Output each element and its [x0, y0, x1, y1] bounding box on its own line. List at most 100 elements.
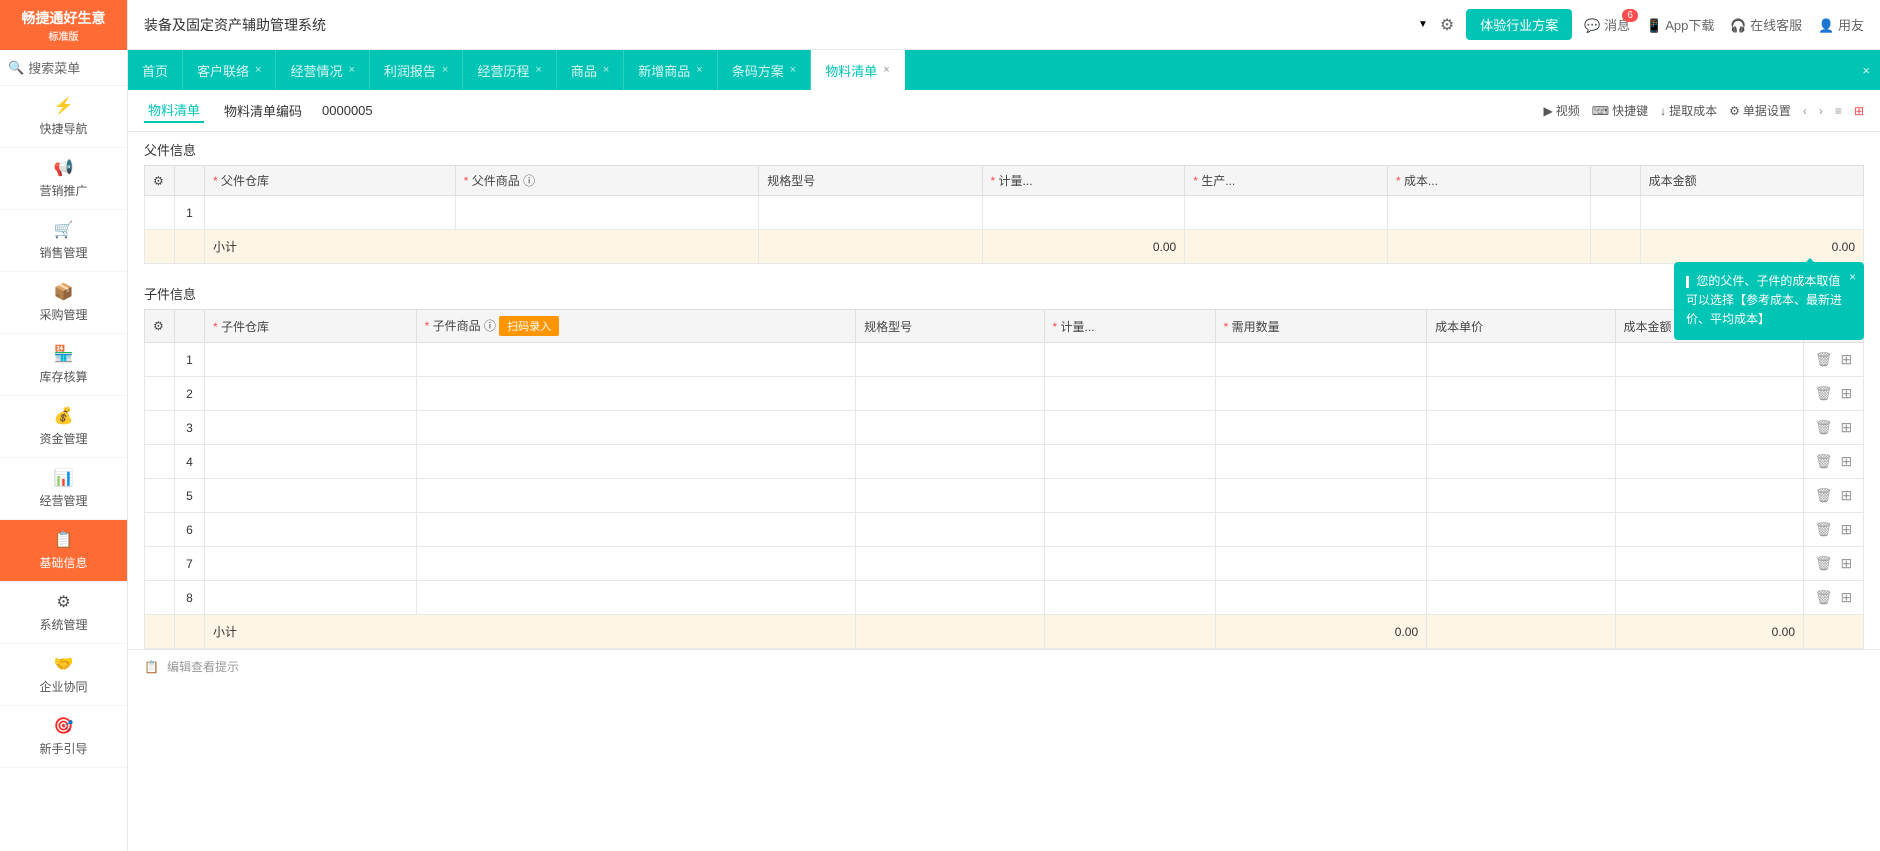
delete-icon-2[interactable]: 🗑 [1815, 385, 1833, 402]
sidebar-item-finance[interactable]: 💰资金管理 [0, 396, 127, 458]
tab-close-barcode[interactable]: × [790, 64, 796, 76]
child-warehouse-2[interactable] [205, 377, 417, 411]
child-unitcost-3[interactable] [1427, 411, 1615, 445]
copy-icon-3[interactable]: ⊞ [1841, 419, 1853, 436]
child-spec-4[interactable] [856, 445, 1044, 479]
online-service-btn[interactable]: 🎧 在线客服 [1730, 15, 1802, 34]
child-warehouse-1[interactable] [205, 343, 417, 377]
child-row-settings-8[interactable] [145, 581, 175, 615]
child-row-settings-3[interactable] [145, 411, 175, 445]
child-quantity-6[interactable] [1044, 513, 1215, 547]
nav-tab-profit[interactable]: 利润报告× [370, 50, 463, 90]
tooltip-close-btn[interactable]: × [1849, 268, 1856, 287]
delete-icon-6[interactable]: 🗑 [1815, 521, 1833, 538]
user-avatar[interactable]: 👤 用友 [1818, 15, 1864, 34]
child-spec-2[interactable] [856, 377, 1044, 411]
expand-icon[interactable]: ⊞ [1854, 104, 1864, 118]
delete-icon-8[interactable]: 🗑 [1815, 589, 1833, 606]
child-needed-2[interactable] [1215, 377, 1427, 411]
child-product-8[interactable] [416, 581, 856, 615]
extract-cost-btn[interactable]: ↓ 提取成本 [1660, 102, 1717, 119]
tab-close-customers[interactable]: × [255, 64, 261, 76]
child-needed-3[interactable] [1215, 411, 1427, 445]
nav-tab-barcode[interactable]: 条码方案× [718, 50, 811, 90]
sidebar-item-guide[interactable]: 🎯新手引导 [0, 706, 127, 768]
child-th-settings[interactable]: ⚙ [145, 310, 175, 343]
parent-warehouse-cell[interactable] [205, 196, 456, 230]
sidebar-item-enterprise[interactable]: 🤝企业协同 [0, 644, 127, 706]
delete-icon-3[interactable]: 🗑 [1815, 419, 1833, 436]
delete-icon-7[interactable]: 🗑 [1815, 555, 1833, 572]
child-unitcost-6[interactable] [1427, 513, 1615, 547]
experience-btn[interactable]: 体验行业方案 [1466, 9, 1572, 40]
child-quantity-8[interactable] [1044, 581, 1215, 615]
delete-icon-5[interactable]: 🗑 [1815, 487, 1833, 504]
delete-icon-4[interactable]: 🗑 [1815, 453, 1833, 470]
child-row-settings-1[interactable] [145, 343, 175, 377]
child-product-7[interactable] [416, 547, 856, 581]
child-product-4[interactable] [416, 445, 856, 479]
single-settings-btn[interactable]: ⚙ 单据设置 [1729, 102, 1791, 119]
child-spec-5[interactable] [856, 479, 1044, 513]
nav-tab-home[interactable]: 首页 [128, 50, 183, 90]
child-product-2[interactable] [416, 377, 856, 411]
child-needed-1[interactable] [1215, 343, 1427, 377]
copy-icon-8[interactable]: ⊞ [1841, 589, 1853, 606]
child-warehouse-6[interactable] [205, 513, 417, 547]
sidebar-item-basic-info[interactable]: 📋基础信息 [0, 520, 127, 582]
sidebar-item-quick-nav[interactable]: ⚡快捷导航 [0, 86, 127, 148]
tab-close-operations[interactable]: × [348, 64, 354, 76]
nav-tab-products[interactable]: 商品× [557, 50, 624, 90]
copy-icon-2[interactable]: ⊞ [1841, 385, 1853, 402]
message-btn[interactable]: 💬 6 消息 [1584, 15, 1630, 34]
child-warehouse-4[interactable] [205, 445, 417, 479]
child-warehouse-8[interactable] [205, 581, 417, 615]
system-dropdown-icon[interactable]: ▼ [1418, 19, 1428, 30]
video-btn[interactable]: ▶ 视频 [1544, 102, 1580, 119]
child-unitcost-4[interactable] [1427, 445, 1615, 479]
shortcut-btn[interactable]: ⌨ 快捷键 [1592, 102, 1648, 119]
sidebar-item-purchase[interactable]: 📦采购管理 [0, 272, 127, 334]
search-menu[interactable]: 🔍 搜索菜单 [0, 50, 127, 86]
parent-row-settings[interactable] [145, 196, 175, 230]
copy-icon-7[interactable]: ⊞ [1841, 555, 1853, 572]
child-product-5[interactable] [416, 479, 856, 513]
child-unitcost-8[interactable] [1427, 581, 1615, 615]
child-needed-8[interactable] [1215, 581, 1427, 615]
child-needed-4[interactable] [1215, 445, 1427, 479]
child-quantity-7[interactable] [1044, 547, 1215, 581]
parent-cost-cell[interactable] [1387, 196, 1590, 230]
sidebar-item-inventory[interactable]: 🏪库存核算 [0, 334, 127, 396]
child-spec-6[interactable] [856, 513, 1044, 547]
child-unitcost-1[interactable] [1427, 343, 1615, 377]
child-product-1[interactable] [416, 343, 856, 377]
tab-close-profit[interactable]: × [442, 64, 448, 76]
tab-close-new-product[interactable]: × [696, 64, 702, 76]
child-unitcost-7[interactable] [1427, 547, 1615, 581]
parent-production-cell[interactable] [1185, 196, 1388, 230]
child-row-settings-4[interactable] [145, 445, 175, 479]
child-spec-7[interactable] [856, 547, 1044, 581]
child-quantity-5[interactable] [1044, 479, 1215, 513]
child-warehouse-3[interactable] [205, 411, 417, 445]
child-spec-3[interactable] [856, 411, 1044, 445]
settings-icon[interactable]: ⚙ [1440, 15, 1454, 35]
copy-icon-1[interactable]: ⊞ [1841, 351, 1853, 368]
copy-icon-5[interactable]: ⊞ [1841, 487, 1853, 504]
nav-tab-bom[interactable]: 物料清单× [811, 50, 904, 90]
tab-close-history[interactable]: × [535, 64, 541, 76]
parent-quantity-cell[interactable] [982, 196, 1185, 230]
child-quantity-2[interactable] [1044, 377, 1215, 411]
delete-icon-1[interactable]: 🗑 [1815, 351, 1833, 368]
child-unitcost-5[interactable] [1427, 479, 1615, 513]
sidebar-item-operations-mgr[interactable]: 📊经营管理 [0, 458, 127, 520]
nav-tab-customers[interactable]: 客户联络× [183, 50, 276, 90]
tab-close-products[interactable]: × [603, 64, 609, 76]
child-quantity-3[interactable] [1044, 411, 1215, 445]
child-needed-5[interactable] [1215, 479, 1427, 513]
child-needed-6[interactable] [1215, 513, 1427, 547]
sidebar-item-system[interactable]: ⚙系统管理 [0, 582, 127, 644]
child-quantity-1[interactable] [1044, 343, 1215, 377]
table-icon[interactable]: ≡ [1835, 104, 1842, 118]
child-product-3[interactable] [416, 411, 856, 445]
